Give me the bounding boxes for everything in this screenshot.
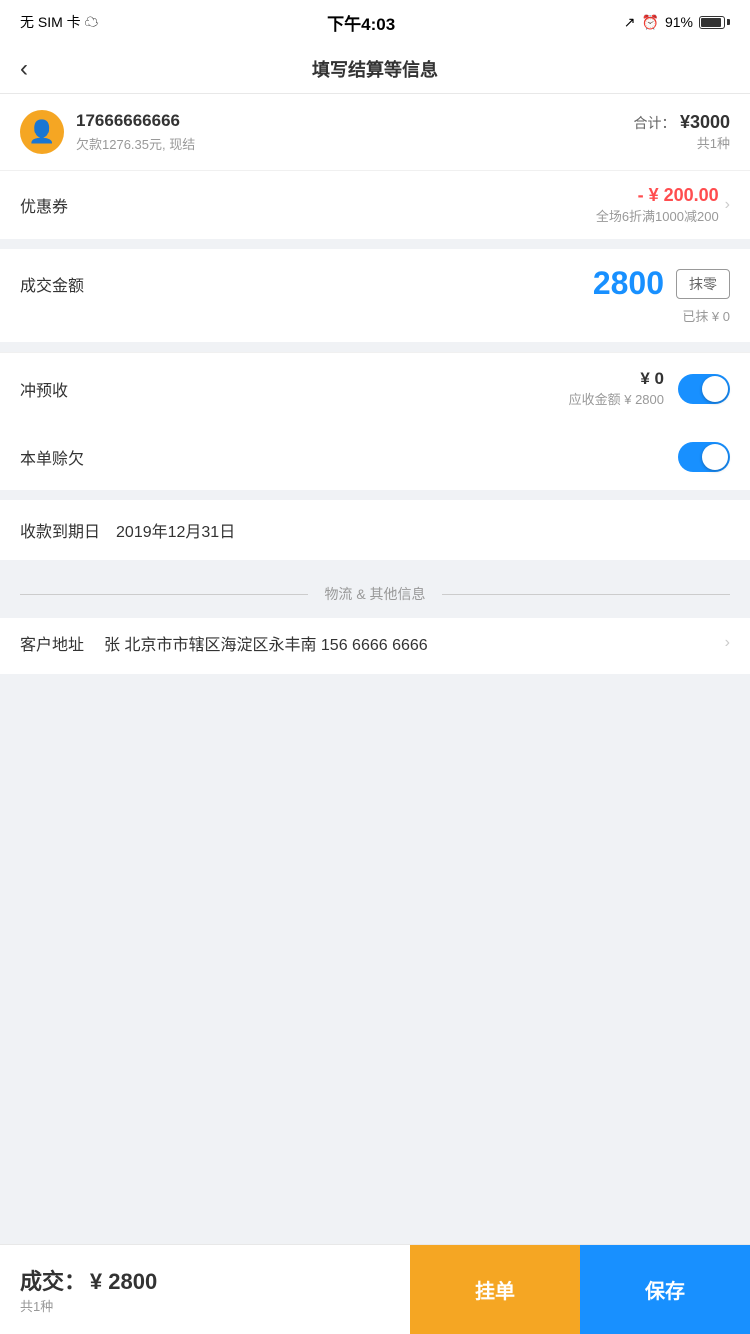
address-section: 客户地址 张 北京市市辖区海淀区永丰南 156 6666 6666 › (0, 618, 750, 674)
amount-section: 成交金额 2800 抹零 已抹 ¥ 0 (0, 249, 750, 342)
status-bar: 无 SIM 卡 ☁ 下午4:03 ↗ ⏰ 91% (0, 0, 750, 44)
user-right: 合计： ¥3000 共1种 (633, 112, 730, 152)
status-time: 下午4:03 (327, 10, 395, 35)
credit-toggle[interactable] (678, 442, 730, 472)
coupon-right: - ¥ 200.00 全场6折满1000减200 › (596, 185, 730, 225)
coupon-discount: - ¥ 200.00 (596, 185, 719, 206)
status-right: ↗ ⏰ 91% (624, 14, 730, 31)
user-left: 👤 17666666666 欠款1276.35元, 现结 (20, 110, 195, 154)
avatar: 👤 (20, 110, 64, 154)
prepay-label: 冲预收 (20, 377, 68, 401)
amount-sub-text: 已抹 ¥ 0 (682, 309, 730, 324)
coupon-desc: 全场6折满1000减200 (596, 206, 719, 225)
divider-text: 物流 & 其他信息 (324, 584, 425, 604)
duedate-section: 收款到期日 2019年12月31日 (0, 500, 750, 560)
user-info-card: 👤 17666666666 欠款1276.35元, 现结 合计： ¥3000 共… (0, 94, 750, 239)
total-count: 共1种 (633, 133, 730, 152)
amount-value-group: 2800 抹零 (593, 265, 730, 302)
prepay-toggle[interactable] (678, 374, 730, 404)
bottom-deal-count: 共1种 (20, 1296, 390, 1315)
spacer (0, 684, 750, 704)
battery-percent: 91% (665, 14, 693, 30)
duedate-row: 收款到期日 2019年12月31日 (20, 518, 730, 542)
user-phone: 17666666666 (76, 111, 195, 131)
credit-toggle-knob (702, 444, 728, 470)
bottom-deal-label: 成交： (20, 1269, 86, 1294)
prepay-row: 冲预收 ¥ 0 应收金额 ¥ 2800 (20, 353, 730, 424)
user-info: 17666666666 欠款1276.35元, 现结 (76, 111, 195, 153)
prepay-amount: ¥ 0 (569, 369, 664, 389)
duedate-label: 收款到期日 (20, 518, 100, 542)
hang-button[interactable]: 挂单 (410, 1245, 580, 1334)
coupon-row[interactable]: 优惠券 - ¥ 200.00 全场6折满1000减200 › (0, 170, 750, 239)
prepay-section: 冲预收 ¥ 0 应收金额 ¥ 2800 (0, 352, 750, 424)
bottom-deal-amount: ¥ 2800 (90, 1269, 157, 1294)
prepay-value-group: ¥ 0 应收金额 ¥ 2800 (569, 369, 664, 408)
alarm-icon: ⏰ (642, 14, 659, 31)
page-title: 填写结算等信息 (312, 56, 438, 82)
back-button[interactable]: ‹ (20, 57, 28, 81)
credit-label: 本单赊欠 (20, 445, 84, 469)
bottom-deal-line: 成交： ¥ 2800 (20, 1264, 390, 1296)
user-debt: 欠款1276.35元, 现结 (76, 134, 195, 153)
coupon-chevron-icon: › (725, 196, 730, 214)
bottom-summary: 成交： ¥ 2800 共1种 (0, 1264, 410, 1315)
bottom-bar: 成交： ¥ 2800 共1种 挂单 保存 (0, 1244, 750, 1334)
total-line: 合计： ¥3000 (633, 112, 730, 133)
coupon-label: 优惠券 (20, 193, 68, 217)
prepay-right: ¥ 0 应收金额 ¥ 2800 (569, 369, 730, 408)
amount-label: 成交金额 (20, 272, 84, 296)
fuzero-button[interactable]: 抹零 (676, 269, 730, 299)
duedate-value: 2019年12月31日 (116, 518, 235, 542)
toggle-knob (702, 376, 728, 402)
sim-label: 无 SIM 卡 ☁ (20, 12, 99, 32)
coupon-value-group: - ¥ 200.00 全场6折满1000减200 (596, 185, 719, 225)
divider-line-left (20, 594, 308, 595)
total-amount: ¥3000 (680, 112, 730, 132)
address-chevron-icon: › (725, 634, 730, 652)
status-left: 无 SIM 卡 ☁ (20, 12, 99, 32)
address-label: 客户地址 (20, 634, 84, 658)
nav-bar: ‹ 填写结算等信息 (0, 44, 750, 94)
total-label: 合计： (633, 115, 675, 131)
amount-number: 2800 (593, 265, 664, 302)
address-row[interactable]: 客户地址 张 北京市市辖区海淀区永丰南 156 6666 6666 › (20, 618, 730, 674)
credit-section: 本单赊欠 (0, 424, 750, 490)
avatar-icon: 👤 (28, 119, 55, 145)
user-row: 👤 17666666666 欠款1276.35元, 现结 合计： ¥3000 共… (0, 94, 750, 170)
address-value: 张 北京市市辖区海淀区永丰南 156 6666 6666 (104, 634, 725, 658)
amount-row: 成交金额 2800 抹零 (20, 265, 730, 302)
save-button[interactable]: 保存 (580, 1245, 750, 1334)
credit-row: 本单赊欠 (20, 424, 730, 490)
divider-line-right (442, 594, 730, 595)
location-icon: ↗ (624, 14, 636, 31)
prepay-sub-text: 应收金额 ¥ 2800 (569, 389, 664, 408)
battery-bar (699, 16, 730, 29)
main-content: 👤 17666666666 欠款1276.35元, 现结 合计： ¥3000 共… (0, 94, 750, 794)
divider-label-section: 物流 & 其他信息 (0, 570, 750, 618)
